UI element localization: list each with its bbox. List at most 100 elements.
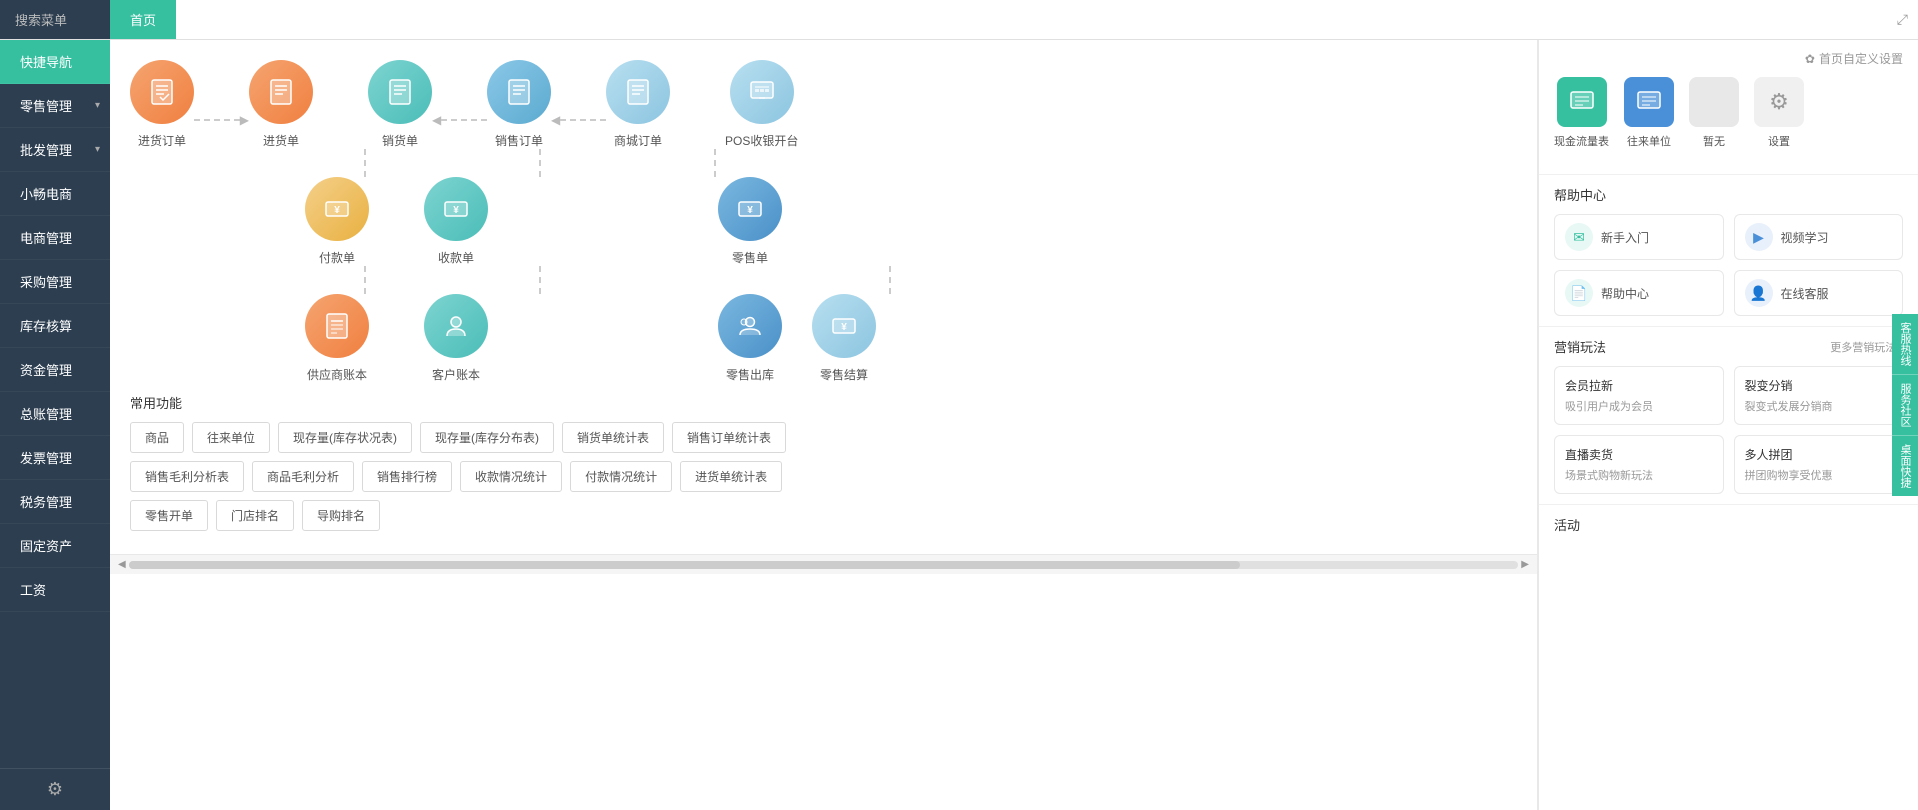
help-item-beginner[interactable]: ✉ 新手入门: [1554, 214, 1724, 260]
marketing-item-member-title: 会员拉新: [1565, 377, 1713, 394]
node-label-sales-bill: 销货单: [382, 132, 418, 149]
node-circle-payment: ¥: [305, 177, 369, 241]
node-payment[interactable]: ¥ 付款单: [305, 177, 369, 266]
sidebar-settings[interactable]: ⚙: [0, 768, 110, 810]
node-circle-sales-bill: [368, 60, 432, 124]
node-receipt[interactable]: ¥ 收款单: [424, 177, 488, 266]
node-mall-order[interactable]: 商城订单: [606, 60, 670, 149]
node-label-pos: POS收银开台: [725, 132, 798, 149]
btn-goods-margin[interactable]: 商品毛利分析: [252, 461, 354, 492]
quick-icon-settings[interactable]: ⚙ 设置: [1754, 77, 1804, 149]
sidebar-item-retail-label: 零售管理: [20, 96, 72, 115]
btn-purchase-stat[interactable]: 进货单统计表: [680, 461, 782, 492]
sidebar-item-ecom-small[interactable]: 小畅电商: [0, 172, 110, 216]
sidebar-item-shortcuts-label: 快捷导航: [20, 52, 72, 71]
float-btn-service[interactable]: 客服热线: [1892, 314, 1918, 375]
sidebar-item-ledger[interactable]: 总账管理: [0, 392, 110, 436]
sidebar-item-inventory-label: 库存核算: [20, 316, 72, 335]
node-circle-retail-out: [718, 294, 782, 358]
btn-stock-dist[interactable]: 现存量(库存分布表): [420, 422, 554, 453]
quick-access-section: ✿ 首页自定义设置 现金流量表: [1539, 40, 1918, 174]
quick-icon-cashflow[interactable]: 现金流量表: [1554, 77, 1609, 149]
btn-goods[interactable]: 商品: [130, 422, 184, 453]
node-purchase-order[interactable]: 进货订单: [130, 60, 194, 149]
common-functions-section: 常用功能 商品 往来单位 现存量(库存状况表) 现存量(库存分布表) 销货单统计…: [110, 383, 1537, 554]
btn-guide-rank[interactable]: 导购排名: [302, 500, 380, 531]
node-retail-out[interactable]: 零售出库: [718, 294, 782, 383]
sidebar-item-invoice[interactable]: 发票管理: [0, 436, 110, 480]
quick-icon-none[interactable]: 暂无: [1689, 77, 1739, 149]
help-item-video[interactable]: ▶ 视频学习: [1734, 214, 1904, 260]
quick-icon-partners[interactable]: 往来单位: [1624, 77, 1674, 149]
horizontal-scrollbar[interactable]: ◀ ▶: [110, 554, 1537, 574]
node-label-customer-account: 客户账本: [432, 366, 480, 383]
quick-icon-cashflow-box: [1557, 77, 1607, 127]
quick-icon-partners-label: 往来单位: [1627, 133, 1671, 149]
customize-icon: ✿: [1805, 52, 1815, 66]
node-label-sales-order: 销售订单: [495, 132, 543, 149]
sidebar-item-finance[interactable]: 资金管理: [0, 348, 110, 392]
node-retail-bill[interactable]: ¥ 零售单: [718, 177, 782, 266]
sidebar-item-shortcuts[interactable]: 快捷导航: [0, 40, 110, 84]
sidebar-item-ledger-label: 总账管理: [20, 404, 72, 423]
float-btn-community[interactable]: 服务社区: [1892, 375, 1918, 436]
expand-icon[interactable]: ⤢: [1897, 11, 1908, 27]
sidebar-item-tax[interactable]: 税务管理: [0, 480, 110, 524]
node-label-payment: 付款单: [319, 249, 355, 266]
btn-sales-stat[interactable]: 销货单统计表: [562, 422, 664, 453]
node-purchase-bill[interactable]: 进货单: [249, 60, 313, 149]
btn-retail-order[interactable]: 零售开单: [130, 500, 208, 531]
marketing-item-group[interactable]: 多人拼团 拼团购物享受优惠: [1734, 435, 1904, 494]
node-retail-settle[interactable]: ¥ 零售结算: [812, 294, 876, 383]
sidebar-item-wholesale[interactable]: 批发管理 ▾: [0, 128, 110, 172]
node-circle-sales-order: [487, 60, 551, 124]
sidebar-item-ecom-label: 电商管理: [20, 228, 72, 247]
btn-payment-stat[interactable]: 付款情况统计: [570, 461, 672, 492]
sidebar-item-inventory[interactable]: 库存核算: [0, 304, 110, 348]
customize-label: 首页自定义设置: [1819, 50, 1903, 67]
scroll-left-btn[interactable]: ◀: [115, 559, 129, 570]
btn-partners[interactable]: 往来单位: [192, 422, 270, 453]
sidebar-item-assets-label: 固定资产: [20, 536, 72, 555]
sidebar-item-purchase[interactable]: 采购管理: [0, 260, 110, 304]
btn-store-rank[interactable]: 门店排名: [216, 500, 294, 531]
help-item-service[interactable]: 👤 在线客服: [1734, 270, 1904, 316]
help-icon-help: 📄: [1565, 279, 1593, 307]
marketing-item-fission[interactable]: 裂变分销 裂变式发展分销商: [1734, 366, 1904, 425]
customize-link[interactable]: ✿ 首页自定义设置: [1554, 50, 1903, 67]
tab-home[interactable]: 首页: [110, 0, 176, 39]
node-sales-bill[interactable]: 销货单: [368, 60, 432, 149]
node-circle-purchase-bill: [249, 60, 313, 124]
sidebar-item-assets[interactable]: 固定资产: [0, 524, 110, 568]
float-btn-desktop[interactable]: 桌面快捷: [1892, 436, 1918, 496]
btn-receipt-stat[interactable]: 收款情况统计: [460, 461, 562, 492]
node-label-receipt: 收款单: [438, 249, 474, 266]
scroll-right-btn[interactable]: ▶: [1518, 559, 1532, 570]
quick-icon-settings-box: ⚙: [1754, 77, 1804, 127]
btn-sales-rank[interactable]: 销售排行榜: [362, 461, 452, 492]
btn-sales-margin[interactable]: 销售毛利分析表: [130, 461, 244, 492]
node-supplier-account[interactable]: 供应商账本: [305, 294, 369, 383]
help-item-help[interactable]: 📄 帮助中心: [1554, 270, 1724, 316]
btn-stock-status[interactable]: 现存量(库存状况表): [278, 422, 412, 453]
marketing-item-member[interactable]: 会员拉新 吸引用户成为会员: [1554, 366, 1724, 425]
search-menu[interactable]: 搜索菜单: [0, 0, 110, 39]
sidebar-item-wholesale-label: 批发管理: [20, 140, 72, 159]
svg-text:¥: ¥: [453, 205, 459, 216]
common-functions-title: 常用功能: [130, 393, 1517, 412]
quick-icons: 现金流量表 往来单位: [1554, 77, 1903, 149]
marketing-title: 营销玩法: [1554, 337, 1606, 356]
node-customer-account[interactable]: 客户账本: [424, 294, 488, 383]
node-sales-order[interactable]: 销售订单: [487, 60, 551, 149]
sidebar-item-retail[interactable]: 零售管理 ▾: [0, 84, 110, 128]
btn-sales-order-stat[interactable]: 销售订单统计表: [672, 422, 786, 453]
scroll-thumb: [129, 561, 1241, 569]
node-pos[interactable]: POS收银开台: [725, 60, 798, 149]
help-icon-video: ▶: [1745, 223, 1773, 251]
quick-icon-cashflow-label: 现金流量表: [1554, 133, 1609, 149]
help-section: 帮助中心 ✉ 新手入门 ▶ 视频学习 📄 帮助中心 👤: [1539, 174, 1918, 326]
sidebar-item-salary[interactable]: 工资: [0, 568, 110, 612]
marketing-item-live[interactable]: 直播卖货 场景式购物新玩法: [1554, 435, 1724, 494]
scroll-track[interactable]: [129, 561, 1519, 569]
sidebar-item-ecom[interactable]: 电商管理: [0, 216, 110, 260]
